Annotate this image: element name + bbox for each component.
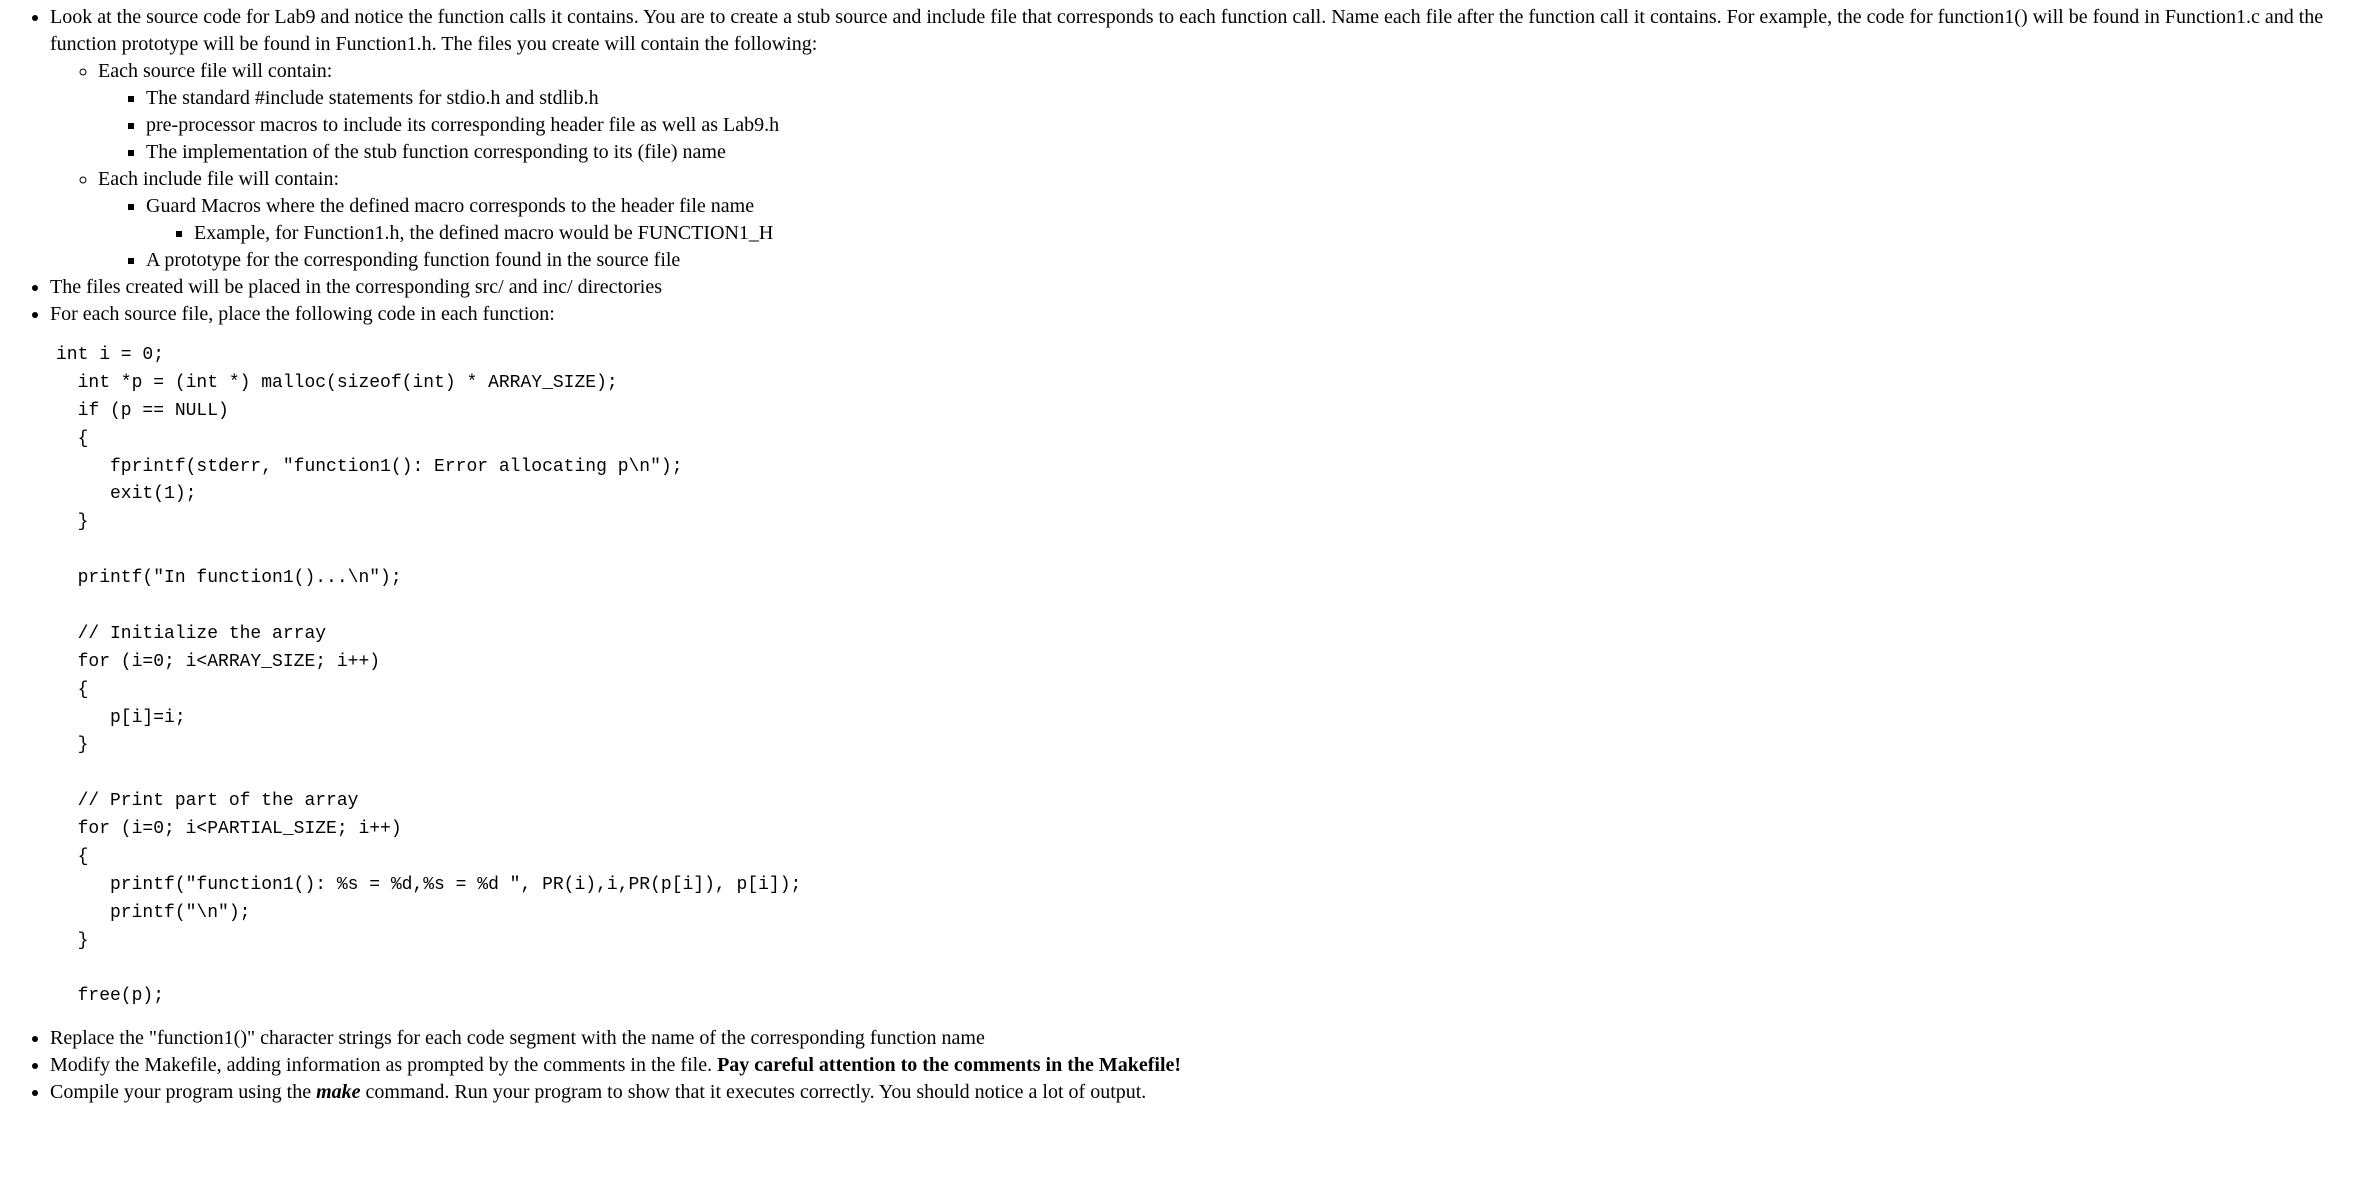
sub-sub-list: The standard #include statements for std…: [98, 85, 2353, 166]
instruction-text: For each source file, place the followin…: [50, 303, 555, 325]
list-item: Example, for Function1.h, the defined ma…: [194, 220, 2353, 247]
instruction-text: Each source file will contain:: [98, 60, 332, 82]
list-item: The implementation of the stub function …: [146, 139, 2353, 166]
instructions-list-top: Look at the source code for Lab9 and not…: [10, 4, 2353, 328]
list-item: For each source file, place the followin…: [50, 301, 2353, 328]
list-item: Modify the Makefile, adding information …: [50, 1052, 2353, 1079]
instruction-text: Replace the "function1()" character stri…: [50, 1027, 985, 1049]
list-item: Look at the source code for Lab9 and not…: [50, 4, 2353, 274]
instruction-text: Each include file will contain:: [98, 168, 339, 190]
list-item: Compile your program using the make comm…: [50, 1079, 2353, 1106]
instruction-text: pre-processor macros to include its corr…: [146, 114, 779, 136]
instruction-text: The implementation of the stub function …: [146, 141, 726, 163]
instruction-text: A prototype for the corresponding functi…: [146, 249, 680, 271]
instruction-text: Modify the Makefile, adding information …: [50, 1054, 717, 1076]
list-item: A prototype for the corresponding functi…: [146, 247, 2353, 274]
list-item: pre-processor macros to include its corr…: [146, 112, 2353, 139]
instruction-text: Guard Macros where the defined macro cor…: [146, 195, 754, 217]
bold-italic-text: make: [316, 1081, 360, 1103]
list-item: Each source file will contain: The stand…: [98, 58, 2353, 166]
instruction-text: Look at the source code for Lab9 and not…: [50, 6, 2323, 55]
instructions-list-bottom: Replace the "function1()" character stri…: [10, 1025, 2353, 1106]
sub-sub-list: Guard Macros where the defined macro cor…: [98, 193, 2353, 274]
list-item: The files created will be placed in the …: [50, 274, 2353, 301]
list-item: The standard #include statements for std…: [146, 85, 2353, 112]
instruction-text: Compile your program using the: [50, 1081, 316, 1103]
list-item: Replace the "function1()" character stri…: [50, 1025, 2353, 1052]
sub-sub-sub-list: Example, for Function1.h, the defined ma…: [146, 220, 2353, 247]
list-item: Guard Macros where the defined macro cor…: [146, 193, 2353, 247]
instruction-text: The standard #include statements for std…: [146, 87, 599, 109]
sub-list: Each source file will contain: The stand…: [50, 58, 2353, 274]
bold-text: Pay careful attention to the comments in…: [717, 1054, 1181, 1076]
list-item: Each include file will contain: Guard Ma…: [98, 166, 2353, 274]
instruction-text: command. Run your program to show that i…: [361, 1081, 1147, 1103]
instruction-text: Example, for Function1.h, the defined ma…: [194, 222, 773, 244]
code-block: int i = 0; int *p = (int *) malloc(sizeo…: [56, 342, 2353, 1011]
instruction-text: The files created will be placed in the …: [50, 276, 662, 298]
